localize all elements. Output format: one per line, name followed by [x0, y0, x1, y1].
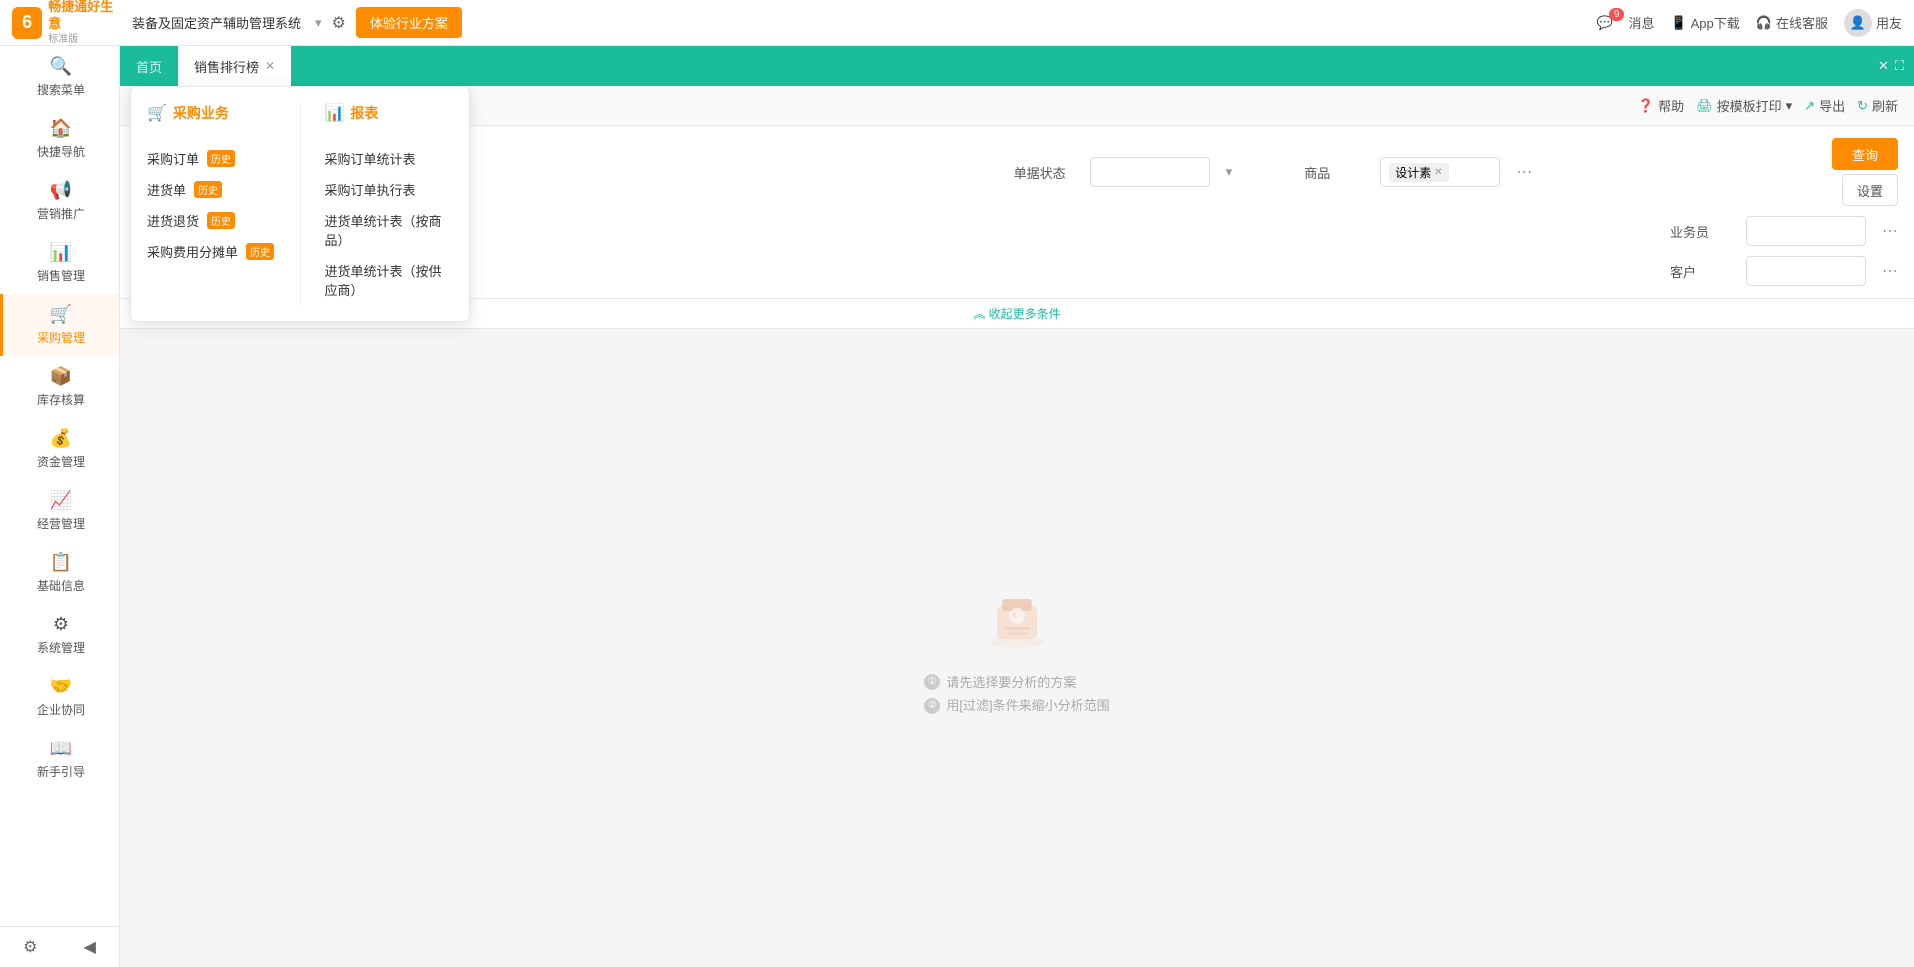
menu-item-goods-return[interactable]: 进货退货 历史: [147, 205, 276, 236]
history-badge-purchase-order: 历史: [207, 150, 235, 167]
report-col-icon: 📊: [325, 103, 345, 123]
mobile-icon: 📱: [1670, 15, 1686, 31]
message-label: 消息: [1628, 13, 1654, 32]
menu-item-purchase-expense[interactable]: 采购费用分摊单 历史: [147, 236, 276, 267]
header-right: 💬 9 消息 📱 App下载 🎧 在线客服 👤 用友: [1597, 9, 1902, 37]
system-dropdown-icon[interactable]: ▾: [315, 15, 322, 31]
top-header: 6 畅捷通好生意 标准版 装备及固定资产辅助管理系统 ▾ ⚙ 体验行业方案 💬 …: [0, 0, 1914, 46]
logo-icon: 6: [12, 7, 42, 39]
online-service-action[interactable]: 🎧 在线客服: [1756, 13, 1828, 32]
purchase-order-label: 采购订单: [147, 149, 199, 168]
user-label: 用友: [1876, 13, 1902, 32]
purchase-col-icon: 🛒: [147, 103, 167, 123]
header-left: 6 畅捷通好生意 标准版 装备及固定资产辅助管理系统 ▾ ⚙ 体验行业方案: [12, 0, 462, 46]
purchase-col-label: 采购业务: [173, 103, 229, 123]
menu-col-report: 📊 报表 采购订单统计表 采购订单执行表 进货单统计表（按商品） 进货单统计表（…: [325, 103, 454, 305]
message-action[interactable]: 💬 9 消息: [1597, 13, 1655, 32]
system-settings-icon[interactable]: ⚙: [332, 13, 346, 33]
system-title: 装备及固定资产辅助管理系统: [132, 13, 301, 32]
history-badge-goods-in: 历史: [194, 181, 222, 198]
purchase-order-stat-label: 采购订单统计表: [325, 149, 416, 168]
goods-return-label: 进货退货: [147, 211, 199, 230]
purchase-expense-label: 采购费用分摊单: [147, 242, 238, 261]
headset-icon: 🎧: [1756, 15, 1772, 31]
menu-item-goods-in-by-product[interactable]: 进货单统计表（按商品）: [325, 205, 454, 255]
logo-area: 6 畅捷通好生意 标准版: [12, 0, 122, 46]
user-action[interactable]: 👤 用友: [1844, 9, 1902, 37]
goods-in-label: 进货单: [147, 180, 186, 199]
menu-item-purchase-order-exec[interactable]: 采购订单执行表: [325, 174, 454, 205]
industry-btn[interactable]: 体验行业方案: [356, 7, 462, 38]
app-download-action[interactable]: 📱 App下载: [1670, 13, 1739, 32]
purchase-order-exec-label: 采购订单执行表: [325, 180, 416, 199]
menu-item-goods-in-by-supplier[interactable]: 进货单统计表（按供应商）: [325, 255, 454, 305]
history-badge-purchase-expense: 历史: [246, 243, 274, 260]
message-badge: 9: [1609, 8, 1625, 21]
purchase-col-title: 🛒 采购业务: [147, 103, 276, 131]
avatar: 👤: [1844, 9, 1872, 37]
report-col-title: 📊 报表: [325, 103, 454, 131]
menu-col-purchase: 🛒 采购业务 采购订单 历史 进货单 历史 进货退货 历史 采购费用分摊单 历史: [147, 103, 276, 305]
logo-text: 畅捷通好生意 标准版: [48, 0, 122, 46]
service-label: 在线客服: [1776, 13, 1828, 32]
goods-in-by-supplier-label: 进货单统计表（按供应商）: [325, 261, 454, 299]
menu-item-goods-in[interactable]: 进货单 历史: [147, 174, 276, 205]
goods-in-by-product-label: 进货单统计表（按商品）: [325, 211, 454, 249]
app-label: App下载: [1691, 13, 1740, 32]
menu-item-purchase-order-stat[interactable]: 采购订单统计表: [325, 143, 454, 174]
menu-divider: [300, 103, 301, 305]
menu-item-purchase-order[interactable]: 采购订单 历史: [147, 143, 276, 174]
report-col-label: 报表: [350, 103, 378, 123]
dropdown-menu: 🛒 采购业务 采购订单 历史 进货单 历史 进货退货 历史 采购费用分摊单 历史…: [130, 86, 470, 322]
history-badge-goods-return: 历史: [207, 212, 235, 229]
